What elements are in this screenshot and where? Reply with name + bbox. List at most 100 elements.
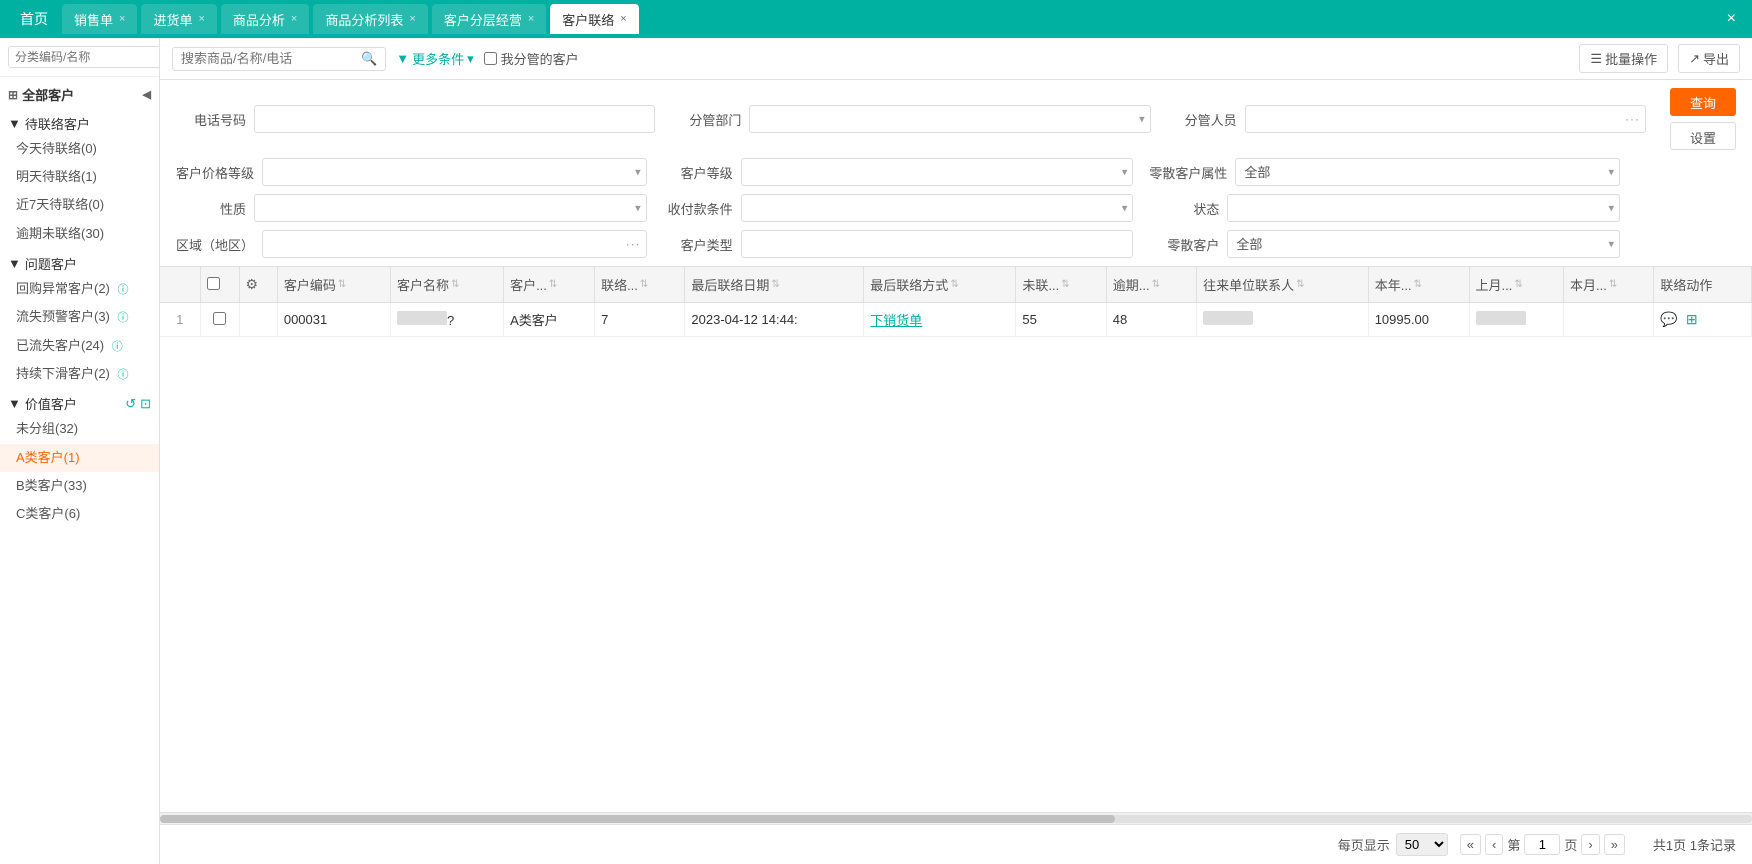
col-gear[interactable]: ⚙ <box>239 267 277 303</box>
tab-product-analysis-close[interactable]: × <box>291 13 297 25</box>
problem-customers-label: 问题客户 <box>25 254 77 273</box>
tab-product-analysis-list-close[interactable]: × <box>409 13 415 25</box>
sidebar-item-churned[interactable]: 已流失客户(24) ⓘ <box>0 332 159 360</box>
search-box: 🔍 <box>172 47 386 71</box>
sort-name-icon[interactable]: ⇅ <box>451 279 459 290</box>
my-customers-checkbox-area[interactable]: 我分管的客户 <box>484 49 579 68</box>
manager-input[interactable] <box>1245 105 1646 133</box>
link-icon[interactable]: ⊞ <box>1686 311 1698 328</box>
region-input[interactable] <box>262 230 647 258</box>
row-checkbox[interactable] <box>213 312 226 325</box>
search-icon[interactable]: 🔍 <box>361 51 377 67</box>
cell-unit-contact <box>1197 303 1369 337</box>
sidebar-item-class-c[interactable]: C类客户(6) <box>0 500 159 528</box>
payment-select[interactable] <box>741 194 1134 222</box>
tab-product-analysis[interactable]: 商品分析 × <box>221 4 309 34</box>
comment-icon[interactable]: 💬 <box>1660 311 1677 328</box>
dept-select[interactable] <box>749 105 1150 133</box>
last-page-button[interactable]: » <box>1604 834 1625 855</box>
more-filters-button[interactable]: ▼ 更多条件 ▾ <box>396 49 473 68</box>
cell-last-contact-date: 2023-04-12 14:44: <box>685 303 864 337</box>
all-customers-header[interactable]: ⊞ 全部客户 ◀ <box>0 77 159 108</box>
query-button[interactable]: 查询 <box>1670 88 1736 116</box>
batch-operation-button[interactable]: ☰ 批量操作 <box>1579 44 1668 73</box>
search-input[interactable] <box>181 51 357 66</box>
sidebar-search-input[interactable] <box>8 46 160 68</box>
horizontal-scrollbar[interactable] <box>160 812 1752 824</box>
sidebar-item-tomorrow[interactable]: 明天待联络(1) <box>0 163 159 191</box>
scatter-attr-label: 零散客户属性 <box>1149 163 1227 182</box>
tab-product-analysis-list-label: 商品分析列表 <box>325 10 403 29</box>
sort-date-icon[interactable]: ⇅ <box>771 279 779 290</box>
home-tab[interactable]: 首页 <box>8 0 60 38</box>
prev-page-button[interactable]: ‹ <box>1485 834 1503 855</box>
table-container: ⚙ 客户编码 ⇅ 客户名称 ⇅ <box>160 267 1752 812</box>
sort-contact-icon[interactable]: ⇅ <box>640 279 648 290</box>
batch-label: 批量操作 <box>1605 49 1657 68</box>
page-number-input[interactable] <box>1524 834 1560 855</box>
sort-overdue-icon[interactable]: ⇅ <box>1152 279 1160 290</box>
sort-last-month-icon[interactable]: ⇅ <box>1514 279 1522 290</box>
tab-customer-segmentation-label: 客户分层经营 <box>444 10 522 29</box>
cell-last-month <box>1469 303 1564 337</box>
sort-method-icon[interactable]: ⇅ <box>950 279 958 290</box>
col-not-contacted-label: 未联... <box>1022 275 1059 294</box>
price-level-select[interactable] <box>262 158 647 186</box>
sidebar-item-declining[interactable]: 持续下滑客户(2) ⓘ <box>0 360 159 388</box>
sidebar-item-class-b[interactable]: B类客户(33) <box>0 472 159 500</box>
problem-customers-group[interactable]: ▼ 问题客户 <box>0 248 159 275</box>
scatter-customer-label: 零散客户 <box>1149 235 1219 254</box>
tab-sales-order[interactable]: 销售单 × <box>62 4 137 34</box>
global-close-button[interactable]: × <box>1719 10 1744 28</box>
filter-scatter-customer: 零散客户 全部 ▾ <box>1149 230 1636 258</box>
filter-nature: 性质 ▾ <box>176 194 663 222</box>
scatter-attr-select[interactable]: 全部 <box>1235 158 1620 186</box>
settings-button[interactable]: 设置 <box>1670 122 1736 150</box>
phone-input[interactable] <box>254 105 655 133</box>
sidebar-item-churn-warning[interactable]: 流失预警客户(3) ⓘ <box>0 303 159 331</box>
filter-customer-level: 客户等级 ▾ <box>663 158 1150 186</box>
customer-table: ⚙ 客户编码 ⇅ 客户名称 ⇅ <box>160 267 1752 337</box>
value-customers-group[interactable]: ▼ 价值客户 ↺ ⊡ <box>0 388 159 415</box>
customer-level-select[interactable] <box>741 158 1134 186</box>
last-contact-method-link[interactable]: 下销货单 <box>870 313 922 328</box>
pending-contact-group[interactable]: ▼ 待联络客户 <box>0 108 159 135</box>
col-overdue-label: 逾期... <box>1113 275 1150 294</box>
tab-customer-contact-close[interactable]: × <box>620 13 626 25</box>
nature-select[interactable] <box>254 194 647 222</box>
next-page-button[interactable]: › <box>1581 834 1599 855</box>
sidebar-item-unclassified[interactable]: 未分组(32) <box>0 415 159 443</box>
tab-product-analysis-list[interactable]: 商品分析列表 × <box>313 4 427 34</box>
payment-wrap: ▾ <box>741 194 1134 222</box>
status-select[interactable] <box>1227 194 1620 222</box>
sort-this-month-icon[interactable]: ⇅ <box>1609 279 1617 290</box>
sort-unit-contact-icon[interactable]: ⇅ <box>1296 279 1304 290</box>
tab-customer-segmentation[interactable]: 客户分层经营 × <box>432 4 546 34</box>
export-button[interactable]: ↗ 导出 <box>1678 44 1740 73</box>
sidebar-item-overdue[interactable]: 逾期未联络(30) <box>0 220 159 248</box>
sidebar-item-class-a[interactable]: A类客户(1) <box>0 444 159 472</box>
select-all-checkbox[interactable] <box>207 277 220 290</box>
sort-this-year-icon[interactable]: ⇅ <box>1414 279 1422 290</box>
sidebar-item-today[interactable]: 今天待联络(0) <box>0 135 159 163</box>
my-customers-checkbox[interactable] <box>484 52 497 65</box>
page-size-select[interactable]: 50 20 100 200 <box>1396 833 1448 856</box>
first-page-button[interactable]: « <box>1460 834 1481 855</box>
sort-category-icon[interactable]: ⇅ <box>549 279 557 290</box>
sidebar-item-repurchase-abnormal[interactable]: 回购异常客户(2) ⓘ <box>0 275 159 303</box>
sort-not-contacted-icon[interactable]: ⇅ <box>1061 279 1069 290</box>
sort-code-icon[interactable]: ⇅ <box>338 279 346 290</box>
sidebar-item-7days[interactable]: 近7天待联络(0) <box>0 191 159 219</box>
tab-customer-segmentation-close[interactable]: × <box>528 13 534 25</box>
customer-type-input[interactable] <box>741 230 1134 258</box>
table-gear-icon[interactable]: ⚙ <box>246 276 259 292</box>
scrollbar-thumb[interactable] <box>160 815 1115 823</box>
scatter-customer-select[interactable]: 全部 <box>1227 230 1620 258</box>
refresh-icon[interactable]: ↺ <box>125 396 136 412</box>
tab-purchase-order[interactable]: 进货单 × <box>141 4 216 34</box>
cell-contact: 7 <box>595 303 685 337</box>
tab-customer-contact[interactable]: 客户联络 × <box>550 4 638 34</box>
tab-sales-order-close[interactable]: × <box>119 13 125 25</box>
settings-icon[interactable]: ⊡ <box>140 396 151 412</box>
tab-purchase-order-close[interactable]: × <box>198 13 204 25</box>
